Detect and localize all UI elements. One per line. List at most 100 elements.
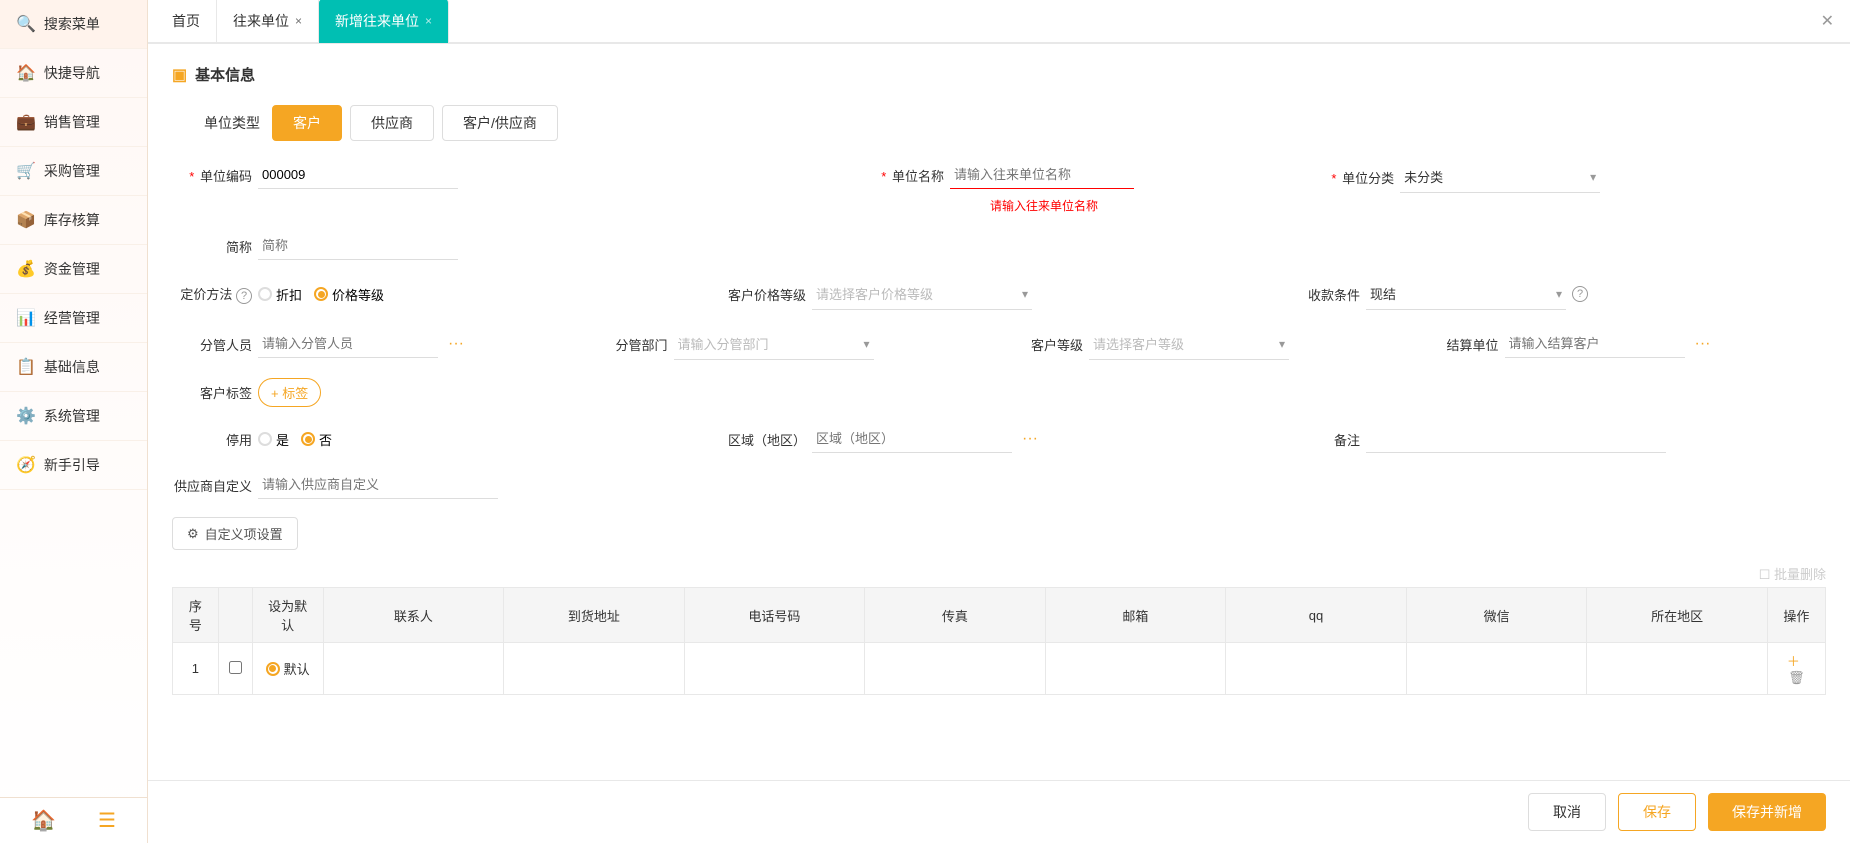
field-supplier-custom: 供应商自定义	[172, 471, 1826, 499]
tab-contacts-close[interactable]: ×	[295, 14, 302, 28]
department-select[interactable]: 请输入分管部门 ▾	[674, 328, 874, 360]
sidebar-bottom: 🏠 ☰	[0, 797, 147, 843]
radio-discount[interactable]: 折扣	[258, 285, 302, 304]
address-input[interactable]	[514, 661, 674, 676]
manager-more-btn[interactable]: ···	[444, 335, 468, 353]
col-wechat: 微信	[1406, 588, 1587, 643]
disable-no-circle	[301, 432, 315, 446]
cell-address[interactable]	[504, 643, 685, 695]
cell-check[interactable]	[218, 643, 252, 695]
sidebar-item-sales[interactable]: 💼 销售管理	[0, 98, 147, 147]
save-button[interactable]: 保存	[1618, 793, 1696, 831]
region-input[interactable]	[812, 425, 1012, 453]
col-phone: 电话号码	[684, 588, 865, 643]
system-icon: ⚙️	[16, 406, 36, 426]
note-input[interactable]	[1366, 425, 1666, 453]
wechat-input[interactable]	[1417, 661, 1577, 676]
add-row-btn[interactable]: ＋	[1787, 654, 1800, 669]
sidebar-item-quick-nav[interactable]: 🏠 快捷导航	[0, 49, 147, 98]
radio-price-grade[interactable]: 价格等级	[314, 285, 384, 304]
qq-input[interactable]	[1236, 661, 1396, 676]
region-more-btn[interactable]: ···	[1018, 430, 1042, 448]
sales-icon: 💼	[16, 112, 36, 132]
sidebar-item-guide[interactable]: 🧭 新手引导	[0, 441, 147, 490]
sidebar-item-basic-info[interactable]: 📋 基础信息	[0, 343, 147, 392]
region-label: 区域（地区）	[726, 430, 806, 449]
sidebar-item-inventory[interactable]: 📦 库存核算	[0, 196, 147, 245]
sidebar-item-finance[interactable]: 💰 资金管理	[0, 245, 147, 294]
sidebar-item-label: 销售管理	[44, 112, 100, 132]
cell-email[interactable]	[1045, 643, 1226, 695]
finance-icon: 💰	[16, 259, 36, 279]
sidebar-item-system[interactable]: ⚙️ 系统管理	[0, 392, 147, 441]
discount-radio-circle	[258, 287, 272, 301]
batch-delete-btn[interactable]: ☐ 批量删除	[172, 564, 1826, 583]
unit-type-row: 单位类型 客户 供应商 客户/供应商	[172, 105, 1826, 141]
unit-name-input[interactable]	[950, 161, 1134, 189]
radio-disable-yes[interactable]: 是	[258, 430, 289, 449]
section-title-text: 基本信息	[195, 64, 255, 85]
phone-input[interactable]	[695, 661, 855, 676]
unit-btn-customer[interactable]: 客户	[272, 105, 342, 141]
chevron-down-icon: ▾	[1279, 337, 1285, 351]
tab-new-contact-label: 新增往来单位	[335, 11, 419, 31]
tab-bar: 首页 往来单位 × 新增往来单位 × ✕	[148, 0, 1850, 44]
unit-type-buttons: 客户 供应商 客户/供应商	[272, 105, 558, 141]
save-new-button[interactable]: 保存并新增	[1708, 793, 1826, 831]
supplier-custom-input[interactable]	[258, 471, 498, 499]
add-tag-btn[interactable]: + 标签	[258, 378, 321, 407]
radio-disable-no[interactable]: 否	[301, 430, 332, 449]
customer-level-placeholder: 请选择客户等级	[1093, 334, 1184, 353]
sidebar-item-label: 经营管理	[44, 308, 100, 328]
default-radio[interactable]: 默认	[263, 659, 313, 678]
cell-qq[interactable]	[1226, 643, 1407, 695]
chevron-down-icon: ▾	[1022, 287, 1028, 301]
tab-new-contact[interactable]: 新增往来单位 ×	[319, 0, 449, 43]
pricing-method-radios: 折扣 价格等级	[258, 285, 384, 304]
sidebar-item-label: 采购管理	[44, 161, 100, 181]
unit-btn-supplier[interactable]: 供应商	[350, 105, 434, 141]
tab-contacts[interactable]: 往来单位 ×	[217, 0, 319, 43]
region-cell-input[interactable]	[1597, 661, 1757, 676]
manager-input[interactable]	[258, 330, 438, 358]
cell-wechat[interactable]	[1406, 643, 1587, 695]
short-name-input[interactable]	[258, 232, 458, 260]
tab-home[interactable]: 首页	[156, 0, 217, 43]
cell-region[interactable]	[1587, 643, 1768, 695]
customer-level-select[interactable]: 请选择客户等级 ▾	[1089, 328, 1289, 360]
payment-terms-select[interactable]: 现结 ▾	[1366, 278, 1566, 310]
unit-category-select[interactable]: 未分类 ▾	[1400, 161, 1600, 193]
settlement-unit-input[interactable]	[1505, 330, 1685, 358]
fax-input[interactable]	[875, 661, 1035, 676]
cell-fax[interactable]	[865, 643, 1046, 695]
form-row-2: 简称	[172, 232, 1826, 260]
price-grade-radio-circle	[314, 287, 328, 301]
unit-btn-both[interactable]: 客户/供应商	[442, 105, 558, 141]
window-close-btn[interactable]: ✕	[1813, 11, 1842, 31]
manager-label: 分管人员	[172, 335, 252, 354]
email-input[interactable]	[1056, 661, 1216, 676]
tab-new-contact-close[interactable]: ×	[425, 14, 432, 28]
cell-phone[interactable]	[684, 643, 865, 695]
field-customer-price-level: 客户价格等级 请选择客户价格等级 ▾	[726, 278, 1272, 310]
delete-row-btn[interactable]: 🗑	[1788, 670, 1805, 685]
cell-contact[interactable]	[323, 643, 504, 695]
custom-settings-btn[interactable]: ⚙ 自定义项设置	[172, 517, 298, 550]
unit-code-input[interactable]	[258, 161, 458, 189]
sidebar-item-operations[interactable]: 📊 经营管理	[0, 294, 147, 343]
row-checkbox[interactable]	[229, 661, 242, 674]
field-department: 分管部门 请输入分管部门 ▾	[588, 328, 996, 360]
pricing-help-icon[interactable]: ?	[236, 288, 252, 304]
payment-terms-help-icon[interactable]: ?	[1572, 286, 1588, 302]
sidebar-item-purchase[interactable]: 🛒 采购管理	[0, 147, 147, 196]
sidebar-menu-btn[interactable]: ☰	[98, 808, 116, 833]
settlement-more-btn[interactable]: ···	[1691, 335, 1715, 353]
sidebar-item-search[interactable]: 🔍 搜索菜单	[0, 0, 147, 49]
default-radio-circle	[266, 662, 280, 676]
chevron-down-icon: ▾	[863, 337, 869, 351]
customer-price-level-select[interactable]: 请选择客户价格等级 ▾	[812, 278, 1032, 310]
sidebar-home-btn[interactable]: 🏠	[31, 808, 56, 833]
contact-input[interactable]	[334, 661, 494, 676]
form-row-6: 停用 是 否 区域（地区） ··· 备注	[172, 425, 1826, 453]
cancel-button[interactable]: 取消	[1528, 793, 1606, 831]
